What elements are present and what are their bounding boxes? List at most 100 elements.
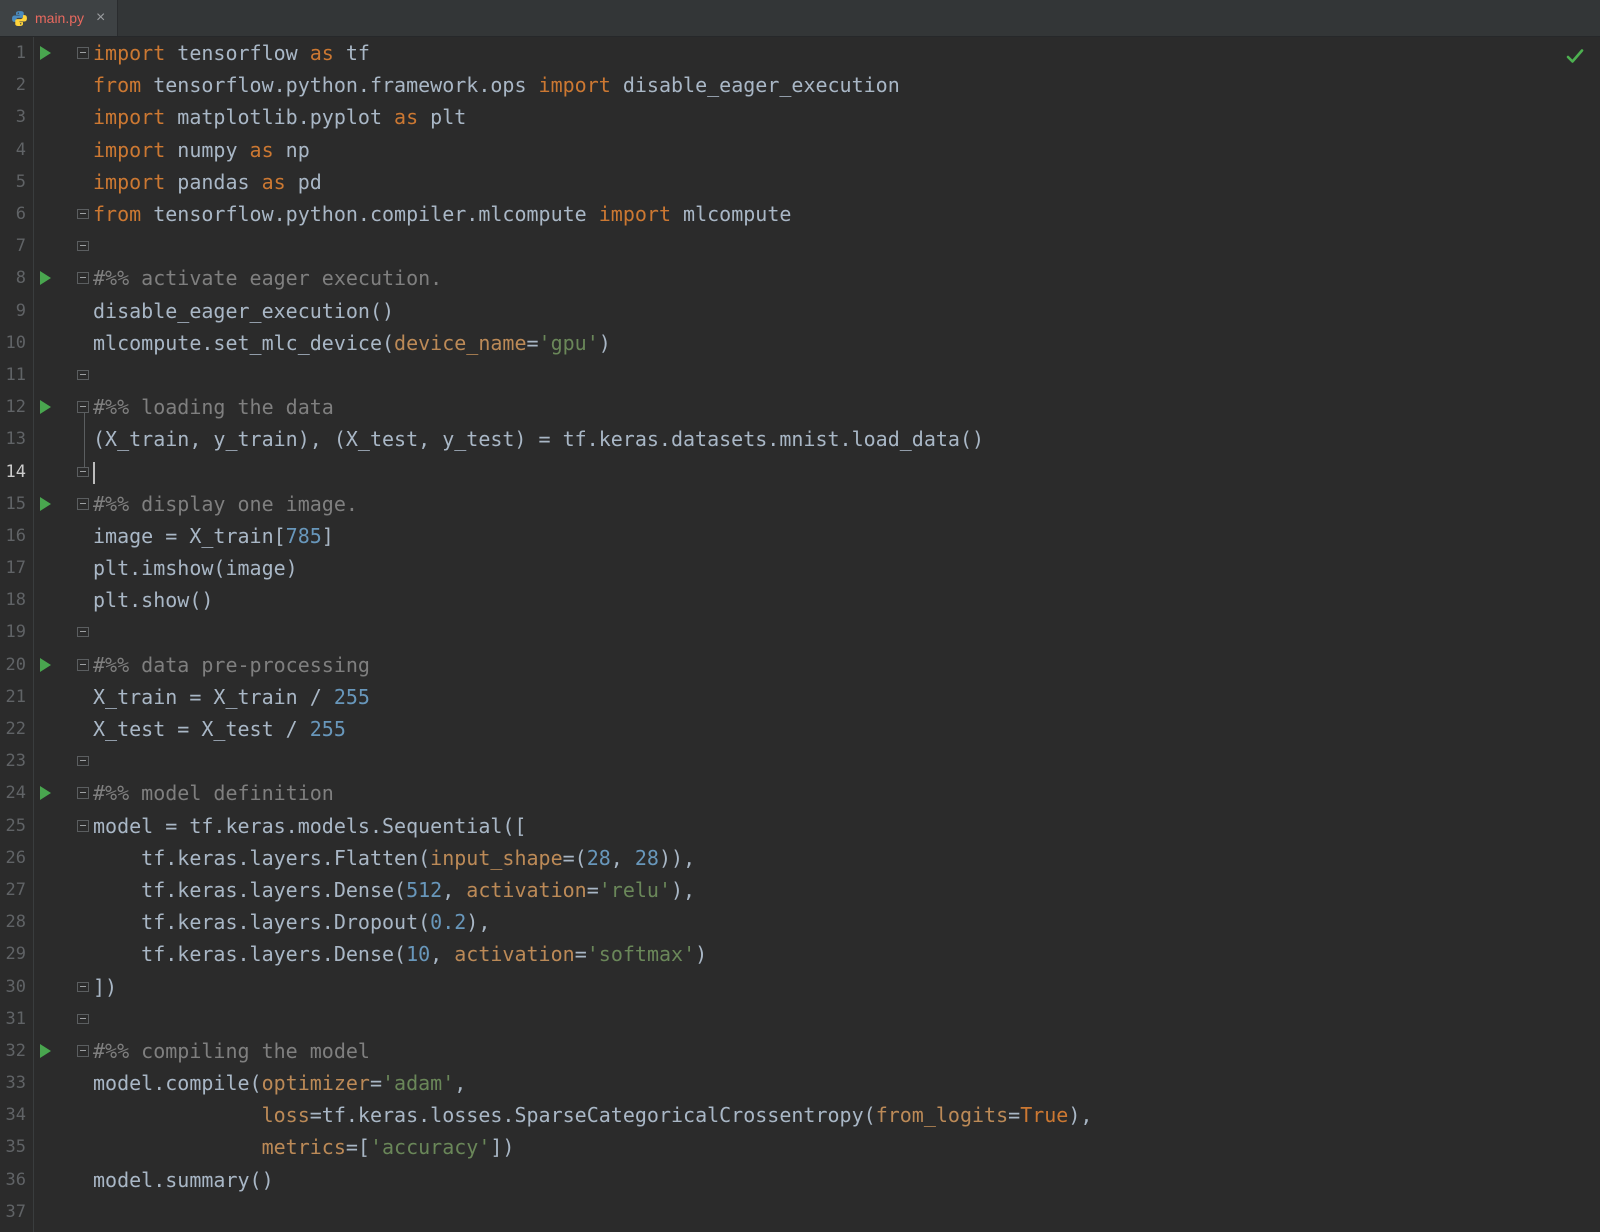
code-text[interactable]: #%% model definition (93, 781, 1600, 805)
code-line[interactable]: 1 import tensorflow as tf (0, 37, 1600, 69)
code-line[interactable]: 12 #%% loading the data (0, 391, 1600, 423)
line-number: 24 (5, 783, 26, 804)
code-text[interactable] (93, 459, 1600, 484)
code-line[interactable]: 37 (0, 1196, 1600, 1228)
code-text[interactable]: plt.imshow(image) (93, 556, 1600, 580)
code-text[interactable]: tf.keras.layers.Dense(10, activation='so… (93, 942, 1600, 966)
fold-marker[interactable] (77, 981, 89, 992)
fold-marker[interactable] (77, 787, 89, 800)
code-text[interactable]: (X_train, y_train), (X_test, y_test) = t… (93, 427, 1600, 451)
code-line[interactable]: 16 image = X_train[785] (0, 520, 1600, 552)
code-line[interactable]: 32 #%% compiling the model (0, 1035, 1600, 1067)
fold-marker[interactable] (77, 756, 89, 767)
code-line[interactable]: 8 #%% activate eager execution. (0, 262, 1600, 294)
code-text[interactable]: ]) (93, 975, 1600, 999)
fold-marker[interactable] (77, 627, 89, 638)
run-cell-icon[interactable] (39, 657, 51, 672)
line-number: 12 (5, 397, 26, 418)
code-text[interactable]: tf.keras.layers.Dense(512, activation='r… (93, 878, 1600, 902)
fold-marker[interactable] (77, 658, 89, 671)
code-line[interactable]: 4 import numpy as np (0, 134, 1600, 166)
code-text[interactable]: #%% display one image. (93, 492, 1600, 516)
code-line[interactable]: 15 #%% display one image. (0, 488, 1600, 520)
run-cell-icon[interactable] (39, 786, 51, 801)
code-line[interactable]: 11 (0, 359, 1600, 391)
code-text[interactable]: from tensorflow.python.compiler.mlcomput… (93, 202, 1600, 226)
code-line[interactable]: 28 tf.keras.layers.Dropout(0.2), (0, 906, 1600, 938)
code-text[interactable]: metrics=['accuracy']) (93, 1135, 1600, 1159)
code-text[interactable]: X_train = X_train / 255 (93, 685, 1600, 709)
code-text[interactable]: model.compile(optimizer='adam', (93, 1071, 1600, 1095)
code-line[interactable]: 22 X_test = X_test / 255 (0, 713, 1600, 745)
code-line[interactable]: 13 (X_train, y_train), (X_test, y_test) =… (0, 423, 1600, 455)
code-line[interactable]: 35 metrics=['accuracy']) (0, 1131, 1600, 1163)
run-cell-icon[interactable] (39, 1043, 51, 1058)
fold-marker[interactable] (77, 1013, 89, 1024)
code-line[interactable]: 31 (0, 1003, 1600, 1035)
code-line[interactable]: 33 model.compile(optimizer='adam', (0, 1067, 1600, 1099)
code-text[interactable]: #%% compiling the model (93, 1039, 1600, 1063)
run-cell-icon[interactable] (39, 46, 51, 61)
code-line[interactable]: 10 mlcompute.set_mlc_device(device_name='… (0, 327, 1600, 359)
code-text[interactable]: import matplotlib.pyplot as plt (93, 105, 1600, 129)
run-cell-icon[interactable] (39, 271, 51, 286)
code-line[interactable]: 9 disable_eager_execution() (0, 295, 1600, 327)
run-cell-icon[interactable] (39, 496, 51, 511)
code-text[interactable]: image = X_train[785] (93, 524, 1600, 548)
code-line[interactable]: 6 from tensorflow.python.compiler.mlcompu… (0, 198, 1600, 230)
code-line[interactable]: 36 model.summary() (0, 1164, 1600, 1196)
code-text[interactable]: X_test = X_test / 255 (93, 717, 1600, 741)
code-text[interactable]: #%% data pre-processing (93, 653, 1600, 677)
fold-marker[interactable] (77, 1044, 89, 1057)
inspections-ok-icon[interactable] (1566, 48, 1584, 64)
code-area[interactable]: 1 import tensorflow as tf 2 from tensorflow… (0, 37, 1600, 1228)
code-text[interactable]: loss=tf.keras.losses.SparseCategoricalCr… (93, 1103, 1600, 1127)
code-text[interactable]: from tensorflow.python.framework.ops imp… (93, 73, 1600, 97)
code-text[interactable]: tf.keras.layers.Dropout(0.2), (93, 910, 1600, 934)
code-line[interactable]: 26 tf.keras.layers.Flatten(input_shape=(… (0, 842, 1600, 874)
code-line[interactable]: 7 (0, 230, 1600, 262)
code-line[interactable]: 34 loss=tf.keras.losses.SparseCategorica… (0, 1099, 1600, 1131)
fold-gutter (64, 209, 93, 220)
code-line[interactable]: 5 import pandas as pd (0, 166, 1600, 198)
code-line[interactable]: 14 (0, 455, 1600, 487)
code-text[interactable]: import pandas as pd (93, 170, 1600, 194)
code-line[interactable]: 30]) (0, 970, 1600, 1002)
fold-gutter (64, 981, 93, 992)
code-text[interactable]: plt.show() (93, 588, 1600, 612)
code-line[interactable]: 24 #%% model definition (0, 777, 1600, 809)
code-line[interactable]: 17 plt.imshow(image) (0, 552, 1600, 584)
code-text[interactable]: tf.keras.layers.Flatten(input_shape=(28,… (93, 846, 1600, 870)
code-line[interactable]: 27 tf.keras.layers.Dense(512, activation… (0, 874, 1600, 906)
run-cell-icon[interactable] (39, 400, 51, 415)
fold-marker[interactable] (77, 819, 89, 832)
code-text[interactable]: import tensorflow as tf (93, 41, 1600, 65)
code-line[interactable]: 21 X_train = X_train / 255 (0, 681, 1600, 713)
code-text[interactable]: mlcompute.set_mlc_device(device_name='gp… (93, 331, 1600, 355)
tab-main-py[interactable]: main.py × (0, 0, 119, 36)
code-text[interactable]: import numpy as np (93, 138, 1600, 162)
code-line[interactable]: 18 plt.show() (0, 584, 1600, 616)
code-line[interactable]: 19 (0, 616, 1600, 648)
code-text[interactable]: model = tf.keras.models.Sequential([ (93, 814, 1600, 838)
tab-close-icon[interactable]: × (96, 10, 105, 26)
fold-marker[interactable] (77, 401, 89, 414)
fold-marker[interactable] (77, 272, 89, 285)
code-text[interactable]: #%% loading the data (93, 395, 1600, 419)
code-text[interactable]: model.summary() (93, 1168, 1600, 1192)
fold-marker[interactable] (77, 209, 89, 220)
code-text[interactable]: #%% activate eager execution. (93, 266, 1600, 290)
editor[interactable]: 1 import tensorflow as tf 2 from tensorflow… (0, 37, 1600, 1232)
code-line[interactable]: 3 import matplotlib.pyplot as plt (0, 101, 1600, 133)
fold-marker[interactable] (77, 369, 89, 380)
code-line[interactable]: 25 model = tf.keras.models.Sequential([ (0, 810, 1600, 842)
code-line[interactable]: 29 tf.keras.layers.Dense(10, activation=… (0, 938, 1600, 970)
code-text[interactable]: disable_eager_execution() (93, 299, 1600, 323)
fold-marker[interactable] (77, 497, 89, 510)
fold-marker[interactable] (77, 241, 89, 252)
code-line[interactable]: 23 (0, 745, 1600, 777)
code-line[interactable]: 20 #%% data pre-processing (0, 649, 1600, 681)
fold-marker[interactable] (77, 466, 89, 477)
code-line[interactable]: 2 from tensorflow.python.framework.ops im… (0, 69, 1600, 101)
fold-marker[interactable] (77, 47, 89, 60)
